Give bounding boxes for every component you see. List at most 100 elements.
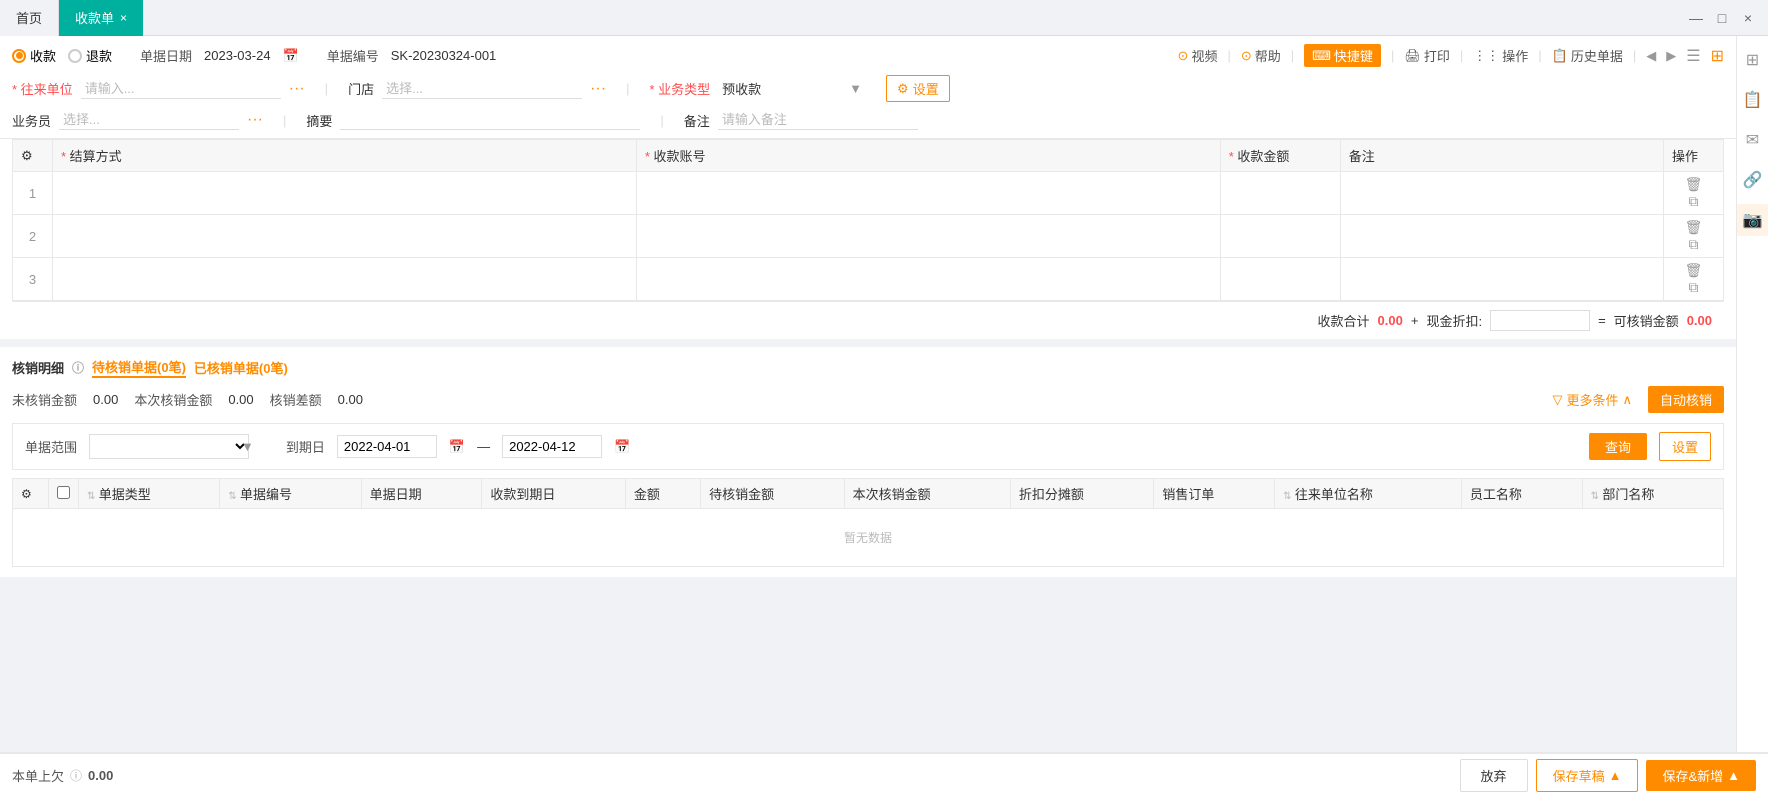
settings-button[interactable]: ⚙ 设置: [886, 75, 950, 102]
restore-button[interactable]: □: [1710, 6, 1734, 30]
footer-info-icon[interactable]: ⓘ: [70, 767, 82, 784]
btcol-number: ⇅ 单据编号: [220, 479, 361, 509]
btcol-checkbox[interactable]: [49, 479, 79, 509]
more-conditions-btn[interactable]: ▽ 更多条件 ∧: [1552, 390, 1632, 409]
staff-input[interactable]: [59, 110, 239, 130]
date-from-input[interactable]: [337, 435, 437, 458]
btcol-settings[interactable]: ⚙: [13, 479, 49, 509]
date-to-input[interactable]: [502, 435, 602, 458]
summary-input[interactable]: [340, 110, 640, 130]
col-account-label: 收款账号: [645, 149, 706, 164]
row3-amount[interactable]: [1220, 258, 1340, 301]
calendar-icon[interactable]: 📅: [283, 48, 299, 64]
print-btn[interactable]: 🖨 打印: [1404, 46, 1450, 65]
tab-home[interactable]: 首页: [0, 0, 59, 36]
store-input[interactable]: [382, 79, 582, 99]
radio-group: 收款 退款: [12, 46, 112, 65]
biz-type-value: 预收款: [722, 79, 761, 98]
summary-row: 收款合计 0.00 + 现金折扣: = 可核销金额 0.00: [12, 301, 1724, 339]
row2-amount[interactable]: [1220, 215, 1340, 258]
sum-val3: 0.00: [1687, 313, 1712, 328]
nav-prev-icon[interactable]: ◀: [1646, 48, 1656, 64]
query-setting-btn[interactable]: 设置: [1659, 432, 1711, 461]
row1-delete-icon[interactable]: 🗑: [1685, 176, 1703, 192]
note-input[interactable]: [718, 110, 918, 130]
help-btn[interactable]: ⊙ 帮助: [1241, 46, 1281, 65]
btcol-amount: 金额: [625, 479, 700, 509]
row1-amount[interactable]: [1220, 172, 1340, 215]
panel-link-icon[interactable]: 🔗: [1737, 164, 1768, 196]
date-value[interactable]: 2023-03-24: [204, 48, 271, 63]
radio-refund[interactable]: 退款: [68, 46, 112, 65]
close-button[interactable]: ×: [1736, 6, 1760, 30]
chevron-up-icon: ∧: [1622, 392, 1632, 408]
panel-mail-icon[interactable]: ✉: [1740, 124, 1765, 156]
form-row-3: 业务员 ··· | 摘要 | 备注: [12, 110, 1724, 130]
list-view-icon[interactable]: ☰: [1686, 46, 1700, 66]
bottom-table-wrapper: ⚙ ⇅ 单据类型 ⇅ 单据编号 单据日期: [12, 478, 1724, 567]
minimize-button[interactable]: —: [1684, 6, 1708, 30]
cal-from-icon[interactable]: 📅: [449, 439, 465, 455]
row3-copy-icon[interactable]: ⧉: [1689, 279, 1699, 295]
cal-to-icon[interactable]: 📅: [614, 439, 630, 455]
radio-receipt[interactable]: 收款: [12, 46, 56, 65]
row3-settlement[interactable]: [53, 258, 637, 301]
due-label: 到期日: [286, 437, 325, 456]
row3-account[interactable]: [636, 258, 1220, 301]
history-btn[interactable]: 📋 历史单据: [1552, 46, 1623, 65]
row3-delete-icon[interactable]: 🗑: [1685, 262, 1703, 278]
row3-note[interactable]: [1340, 258, 1663, 301]
table-row: 1 🗑 ⧉: [13, 172, 1724, 215]
select-all-checkbox[interactable]: [57, 486, 70, 499]
panel-table-icon[interactable]: ⊞: [1740, 44, 1765, 76]
tab-verified[interactable]: 已核销单据(0笔): [194, 358, 288, 377]
counterpart-more-btn[interactable]: ···: [289, 80, 305, 98]
radio-receipt-label: 收款: [30, 46, 56, 65]
col-settings[interactable]: ⚙: [13, 140, 53, 172]
biz-type-dropdown[interactable]: ▼: [849, 81, 862, 96]
row2-account[interactable]: [636, 215, 1220, 258]
range-dropdown-icon[interactable]: ▼: [241, 439, 254, 454]
tab-receipt[interactable]: 收款单 ×: [59, 0, 143, 36]
grid-view-icon[interactable]: ⊞: [1711, 46, 1724, 66]
auto-verify-btn[interactable]: 自动核销: [1648, 386, 1724, 413]
row2-delete-icon[interactable]: 🗑: [1685, 219, 1703, 235]
range-select[interactable]: [89, 434, 249, 459]
row1-copy-icon[interactable]: ⧉: [1689, 193, 1699, 209]
stat-row: 未核销金额 0.00 本次核销金额 0.00 核销差额 0.00 ▽ 更多条件 …: [12, 386, 1724, 413]
help-label: 帮助: [1255, 46, 1281, 65]
abandon-btn[interactable]: 放弃: [1460, 759, 1528, 792]
row1-settlement[interactable]: [53, 172, 637, 215]
panel-list-icon[interactable]: 📋: [1737, 84, 1768, 116]
tab-pending[interactable]: 待核销单据(0笔): [92, 357, 186, 378]
bottom-table-empty: 暂无数据: [13, 509, 1724, 567]
history-icon: 📋: [1552, 48, 1568, 64]
footer-left: 本单上欠 ⓘ 0.00: [12, 766, 113, 785]
panel-camera-icon[interactable]: 📷: [1737, 204, 1768, 236]
tab-close-icon[interactable]: ×: [120, 11, 127, 25]
row2-copy-icon[interactable]: ⧉: [1689, 236, 1699, 252]
video-btn[interactable]: ⊙ 视频: [1178, 46, 1218, 65]
settings-icon: ⚙: [897, 81, 909, 97]
tab-bar: 首页 收款单 × — □ ×: [0, 0, 1768, 36]
draft-btn[interactable]: 保存草稿 ▲: [1536, 759, 1639, 792]
store-more-btn[interactable]: ···: [590, 80, 606, 98]
counterpart-label: 往来单位: [12, 79, 73, 98]
sort-icon-counterpart: ⇅: [1283, 491, 1291, 502]
verify-info-icon[interactable]: ⓘ: [72, 359, 84, 376]
row2-settlement[interactable]: [53, 215, 637, 258]
btcol-amount-label: 金额: [634, 487, 660, 502]
counterpart-input[interactable]: [81, 79, 281, 99]
nav-next-icon[interactable]: ▶: [1666, 48, 1676, 64]
shortcut-btn[interactable]: ⌨ 快捷键: [1304, 44, 1381, 67]
row2-note[interactable]: [1340, 215, 1663, 258]
row1-account[interactable]: [636, 172, 1220, 215]
cash-discount-input[interactable]: [1490, 310, 1590, 331]
window-controls: — □ ×: [1684, 6, 1768, 30]
row1-note[interactable]: [1340, 172, 1663, 215]
query-btn[interactable]: 查询: [1589, 433, 1647, 460]
operations-btn[interactable]: ⋮⋮ 操作: [1473, 46, 1528, 65]
sum-label2: 现金折扣:: [1426, 311, 1482, 330]
save-new-btn[interactable]: 保存&新增 ▲: [1646, 760, 1756, 791]
staff-more-btn[interactable]: ···: [247, 111, 263, 129]
